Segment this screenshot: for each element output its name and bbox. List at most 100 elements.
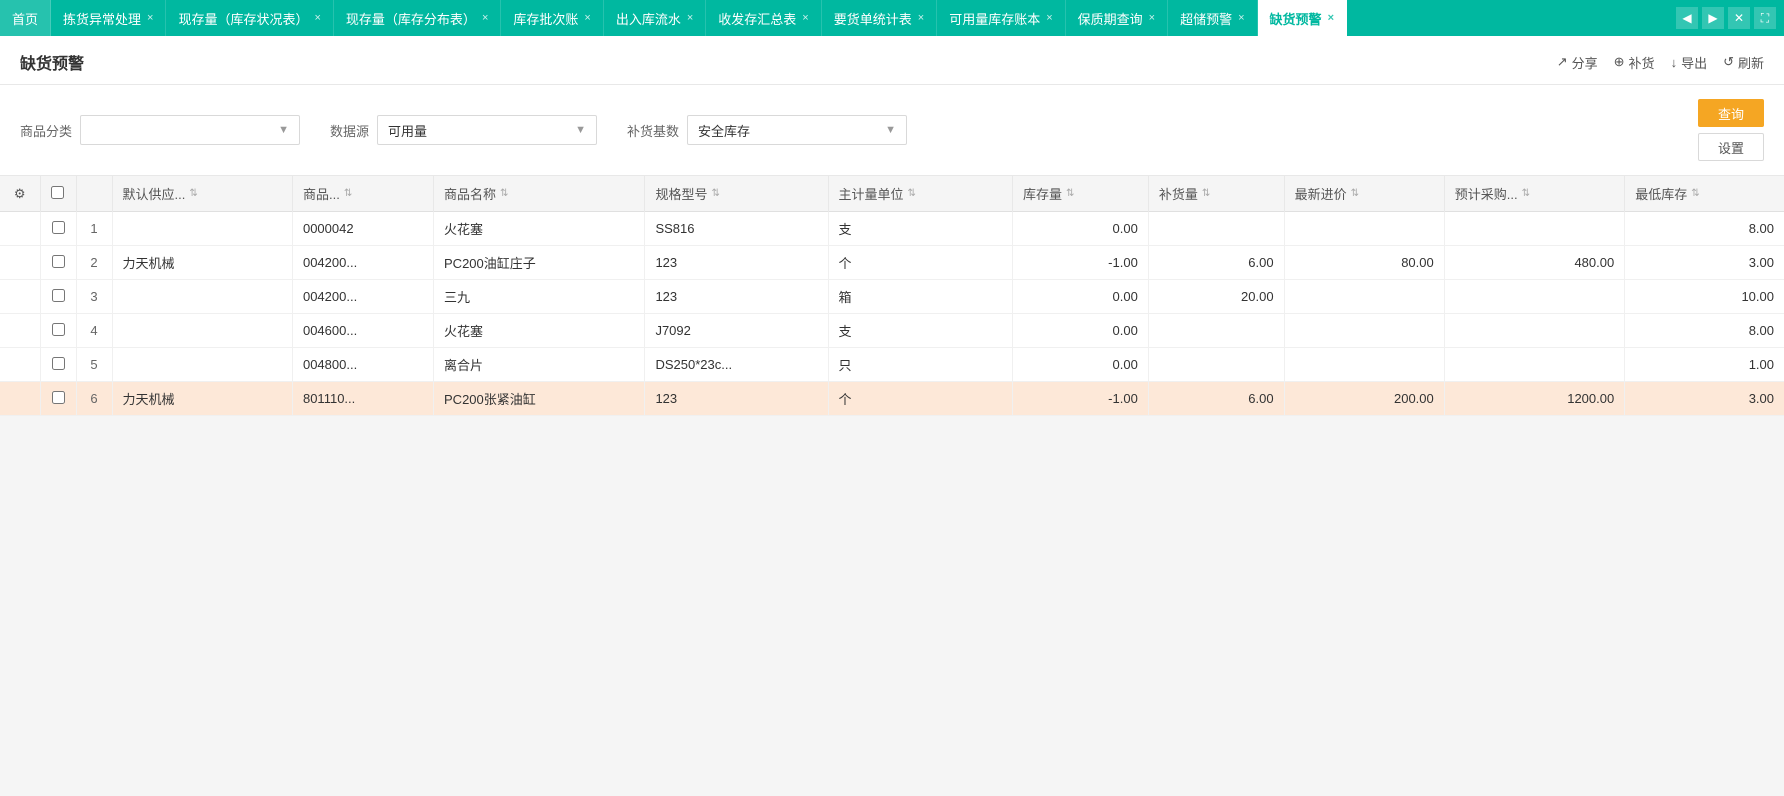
sort-icon: ⇅ [908,188,916,199]
nav-item-home[interactable]: 首页 [0,0,51,36]
row-stock-cell: 0.00 [1013,212,1149,246]
nav-item-order-stat[interactable]: 要货单统计表 × [822,0,937,36]
nav-item-shortage[interactable]: 缺货预警 × [1258,0,1347,36]
close-icon[interactable]: × [918,12,924,24]
replenish-filter-group: 补货基数 安全库存 ▼ [627,115,907,145]
nav-item-overstock[interactable]: 超储预警 × [1168,0,1257,36]
table-row[interactable]: 1 0000042 火花塞 SS816 支 0.00 8.00 [0,212,1784,246]
latest-price-column-header[interactable]: 最新进价 ⇅ [1284,176,1444,212]
replenish-action[interactable]: ⊕ 补货 [1614,53,1655,72]
sort-icon: ⇅ [1522,188,1530,199]
row-checkbox-cell[interactable] [40,314,76,348]
table-row[interactable]: 6 力天机械 801110... PC200张紧油缸 123 个 -1.00 6… [0,382,1784,416]
est-purchase-column-header[interactable]: 预计采购... ⇅ [1444,176,1624,212]
row-stock-cell: -1.00 [1013,246,1149,280]
filter-actions: 查询 设置 [1698,99,1764,161]
nav-item-stock-dist[interactable]: 现存量（库存分布表） × [334,0,501,36]
row-checkbox-cell[interactable] [40,382,76,416]
sort-icon: ⇅ [711,188,719,199]
stock-column-header[interactable]: 库存量 ⇅ [1013,176,1149,212]
row-min-stock-cell: 8.00 [1625,212,1784,246]
datasource-select[interactable]: 可用量 ▼ [377,115,597,145]
nav-item-quality[interactable]: 保质期查询 × [1066,0,1168,36]
close-icon[interactable]: × [482,12,488,24]
close-icon[interactable]: × [1328,12,1334,24]
row-name-cell: 火花塞 [434,212,645,246]
row-checkbox[interactable] [52,289,65,302]
nav-close-button[interactable]: ✕ [1728,7,1750,29]
close-icon[interactable]: × [314,12,320,24]
row-est-purchase-cell [1444,212,1624,246]
table-row[interactable]: 5 004800... 离合片 DS250*23c... 只 0.00 1.00 [0,348,1784,382]
name-column-header[interactable]: 商品名称 ⇅ [434,176,645,212]
nav-next-button[interactable]: ▶ [1702,7,1724,29]
nav-prev-button[interactable]: ◀ [1676,7,1698,29]
chevron-down-icon: ▼ [278,124,289,136]
nav-item-picking[interactable]: 拣货异常处理 × [51,0,166,36]
nav-item-summary[interactable]: 收发存汇总表 × [706,0,821,36]
share-action[interactable]: ↗ 分享 [1557,53,1598,72]
main-content: 缺货预警 ↗ 分享 ⊕ 补货 ↓ 导出 ↺ 刷新 商品分类 [0,36,1784,416]
table-row[interactable]: 3 004200... 三九 123 箱 0.00 20.00 10.00 [0,280,1784,314]
table-row[interactable]: 4 004600... 火花塞 J7092 支 0.00 8.00 [0,314,1784,348]
query-button[interactable]: 查询 [1698,99,1764,127]
row-code-cell: 004200... [292,280,433,314]
min-stock-column-header[interactable]: 最低库存 ⇅ [1625,176,1784,212]
category-filter-group: 商品分类 ▼ [20,115,300,145]
unit-column-header[interactable]: 主计量单位 ⇅ [828,176,1013,212]
settings-column-header[interactable]: ⚙ [0,176,40,212]
export-icon: ↓ [1671,55,1678,70]
nav-expand-button[interactable]: ⛶ [1754,7,1776,29]
row-code-cell: 801110... [292,382,433,416]
table-body: 1 0000042 火花塞 SS816 支 0.00 8.00 2 力天机械 0… [0,212,1784,416]
nav-item-stock-status[interactable]: 现存量（库存状况表） × [166,0,333,36]
table-row[interactable]: 2 力天机械 004200... PC200油缸庄子 123 个 -1.00 6… [0,246,1784,280]
row-unit-cell: 只 [828,348,1013,382]
close-icon[interactable]: × [1149,12,1155,24]
supplier-column-header[interactable]: 默认供应... ⇅ [112,176,292,212]
row-est-purchase-cell: 1200.00 [1444,382,1624,416]
nav-item-available[interactable]: 可用量库存账本 × [937,0,1065,36]
close-icon[interactable]: × [687,12,693,24]
export-action[interactable]: ↓ 导出 [1671,53,1708,72]
row-checkbox-cell[interactable] [40,212,76,246]
row-spec-cell: DS250*23c... [645,348,828,382]
row-est-purchase-cell [1444,280,1624,314]
select-all-checkbox[interactable] [51,186,64,199]
row-unit-cell: 箱 [828,280,1013,314]
row-supplier-cell [112,348,292,382]
replenish-select[interactable]: 安全库存 ▼ [687,115,907,145]
close-icon[interactable]: × [802,12,808,24]
code-column-header[interactable]: 商品... ⇅ [292,176,433,212]
sort-icon: ⇅ [1202,188,1210,199]
row-checkbox[interactable] [52,323,65,336]
row-checkbox-cell[interactable] [40,246,76,280]
row-checkbox[interactable] [52,255,65,268]
row-replenish-cell [1148,348,1284,382]
row-settings-cell [0,314,40,348]
nav-item-batch[interactable]: 库存批次账 × [501,0,603,36]
row-spec-cell: 123 [645,246,828,280]
refresh-action[interactable]: ↺ 刷新 [1723,53,1764,72]
close-icon[interactable]: × [1238,12,1244,24]
replenish-column-header[interactable]: 补货量 ⇅ [1148,176,1284,212]
row-checkbox-cell[interactable] [40,280,76,314]
row-checkbox[interactable] [52,391,65,404]
row-checkbox-cell[interactable] [40,348,76,382]
close-icon[interactable]: × [584,12,590,24]
row-checkbox[interactable] [52,357,65,370]
row-est-purchase-cell [1444,314,1624,348]
category-select[interactable]: ▼ [80,115,300,145]
nav-bar: 首页 拣货异常处理 × 现存量（库存状况表） × 现存量（库存分布表） × 库存… [0,0,1784,36]
nav-item-flow[interactable]: 出入库流水 × [604,0,706,36]
datasource-label: 数据源 [330,121,369,140]
row-checkbox[interactable] [52,221,65,234]
row-supplier-cell [112,314,292,348]
table-container: ⚙ 默认供应... ⇅ 商品... [0,176,1784,416]
close-icon[interactable]: × [1046,12,1052,24]
settings-button[interactable]: 设置 [1698,133,1764,161]
close-icon[interactable]: × [147,12,153,24]
row-num-cell: 6 [76,382,112,416]
spec-column-header[interactable]: 规格型号 ⇅ [645,176,828,212]
row-code-cell: 0000042 [292,212,433,246]
